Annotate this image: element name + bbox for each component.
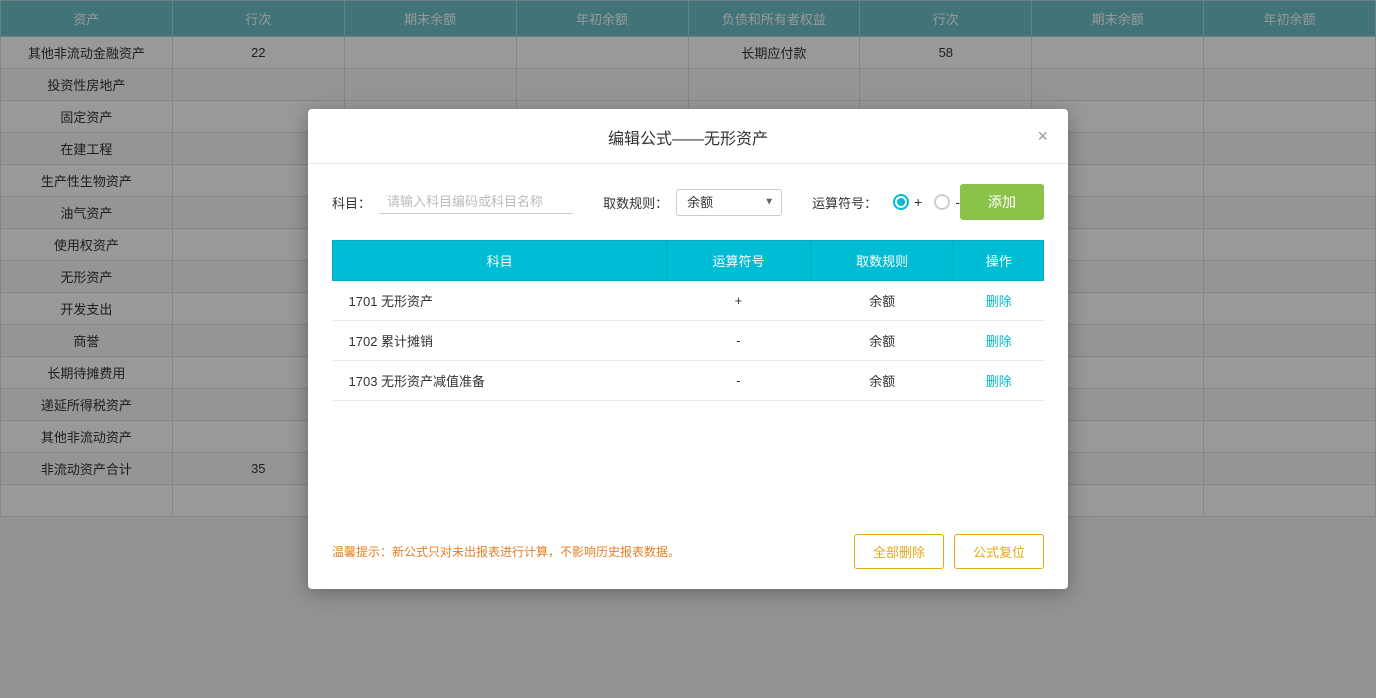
rule-select-wrap: 余额借方发生额贷方发生额 ▼ xyxy=(676,189,782,216)
operator-plus-radio[interactable]: + xyxy=(893,194,922,210)
modal-footer: 温馨提示：新公式只对未出报表进行计算，不影响历史报表数据。 全部删除 公式复位 xyxy=(308,520,1068,589)
table-row: 1701 无形资产+余额 删除 xyxy=(333,281,1044,321)
footer-buttons: 全部删除 公式复位 xyxy=(854,534,1044,569)
rule-cell: 余额 xyxy=(810,281,954,321)
formula-table: 科目运算符号取数规则操作 1701 无形资产+余额删除1702 累计摊销-余额删… xyxy=(332,240,1044,401)
table-header-row: 科目运算符号取数规则操作 xyxy=(333,241,1044,281)
form-row: 科目： 取数规则： 余额借方发生额贷方发生额 ▼ 运算符号： xyxy=(332,184,1044,220)
operator-cell: - xyxy=(667,361,811,401)
operator-plus-label: + xyxy=(914,194,922,210)
formula-table-header: 运算符号 xyxy=(667,241,811,281)
delete-link[interactable]: 删除 xyxy=(986,334,1012,349)
formula-table-header: 科目 xyxy=(333,241,667,281)
rule-label: 取数规则： xyxy=(603,193,668,212)
delete-link[interactable]: 删除 xyxy=(986,374,1012,389)
action-cell: 删除 xyxy=(954,361,1044,401)
action-cell: 删除 xyxy=(954,321,1044,361)
subject-cell: 1703 无形资产减值准备 xyxy=(333,361,667,401)
operator-cell: - xyxy=(667,321,811,361)
operator-section: 运算符号： + - xyxy=(812,193,960,212)
operator-radio-group: + - xyxy=(893,194,960,210)
rule-section: 取数规则： 余额借方发生额贷方发生额 ▼ xyxy=(603,189,782,216)
subject-cell: 1701 无形资产 xyxy=(333,281,667,321)
delete-all-button[interactable]: 全部删除 xyxy=(854,534,944,569)
subject-label: 科目： xyxy=(332,193,371,212)
delete-link[interactable]: 删除 xyxy=(986,294,1012,309)
rule-cell: 余额 xyxy=(810,321,954,361)
formula-table-body: 1701 无形资产+余额删除1702 累计摊销-余额删除1703 无形资产减值准… xyxy=(333,281,1044,401)
table-row: 1702 累计摊销-余额 删除 xyxy=(333,321,1044,361)
operator-label: 运算符号： xyxy=(812,193,877,212)
operator-cell: + xyxy=(667,281,811,321)
modal-dialog: 编辑公式——无形资产 × 科目： 取数规则： 余额借方发生额贷方发生额 ▼ 运 xyxy=(308,109,1068,589)
footer-hint: 温馨提示：新公式只对未出报表进行计算，不影响历史报表数据。 xyxy=(332,543,680,560)
operator-minus-radio[interactable]: - xyxy=(934,194,960,210)
modal-overlay: 编辑公式——无形资产 × 科目： 取数规则： 余额借方发生额贷方发生额 ▼ 运 xyxy=(0,0,1376,698)
subject-cell: 1702 累计摊销 xyxy=(333,321,667,361)
modal-body: 科目： 取数规则： 余额借方发生额贷方发生额 ▼ 运算符号： xyxy=(308,164,1068,520)
formula-table-head: 科目运算符号取数规则操作 xyxy=(333,241,1044,281)
subject-input[interactable] xyxy=(379,190,573,214)
radio-minus-circle xyxy=(934,194,950,210)
action-cell: 删除 xyxy=(954,281,1044,321)
add-button[interactable]: 添加 xyxy=(960,184,1044,220)
modal-title: 编辑公式——无形资产 xyxy=(608,131,768,148)
formula-table-header: 取数规则 xyxy=(810,241,954,281)
radio-plus-circle xyxy=(893,194,909,210)
modal-header: 编辑公式——无形资产 × xyxy=(308,109,1068,164)
rule-cell: 余额 xyxy=(810,361,954,401)
rule-select[interactable]: 余额借方发生额贷方发生额 xyxy=(676,189,782,216)
modal-close-button[interactable]: × xyxy=(1033,123,1052,149)
reset-button[interactable]: 公式复位 xyxy=(954,534,1044,569)
formula-table-header: 操作 xyxy=(954,241,1044,281)
table-row: 1703 无形资产减值准备-余额 删除 xyxy=(333,361,1044,401)
